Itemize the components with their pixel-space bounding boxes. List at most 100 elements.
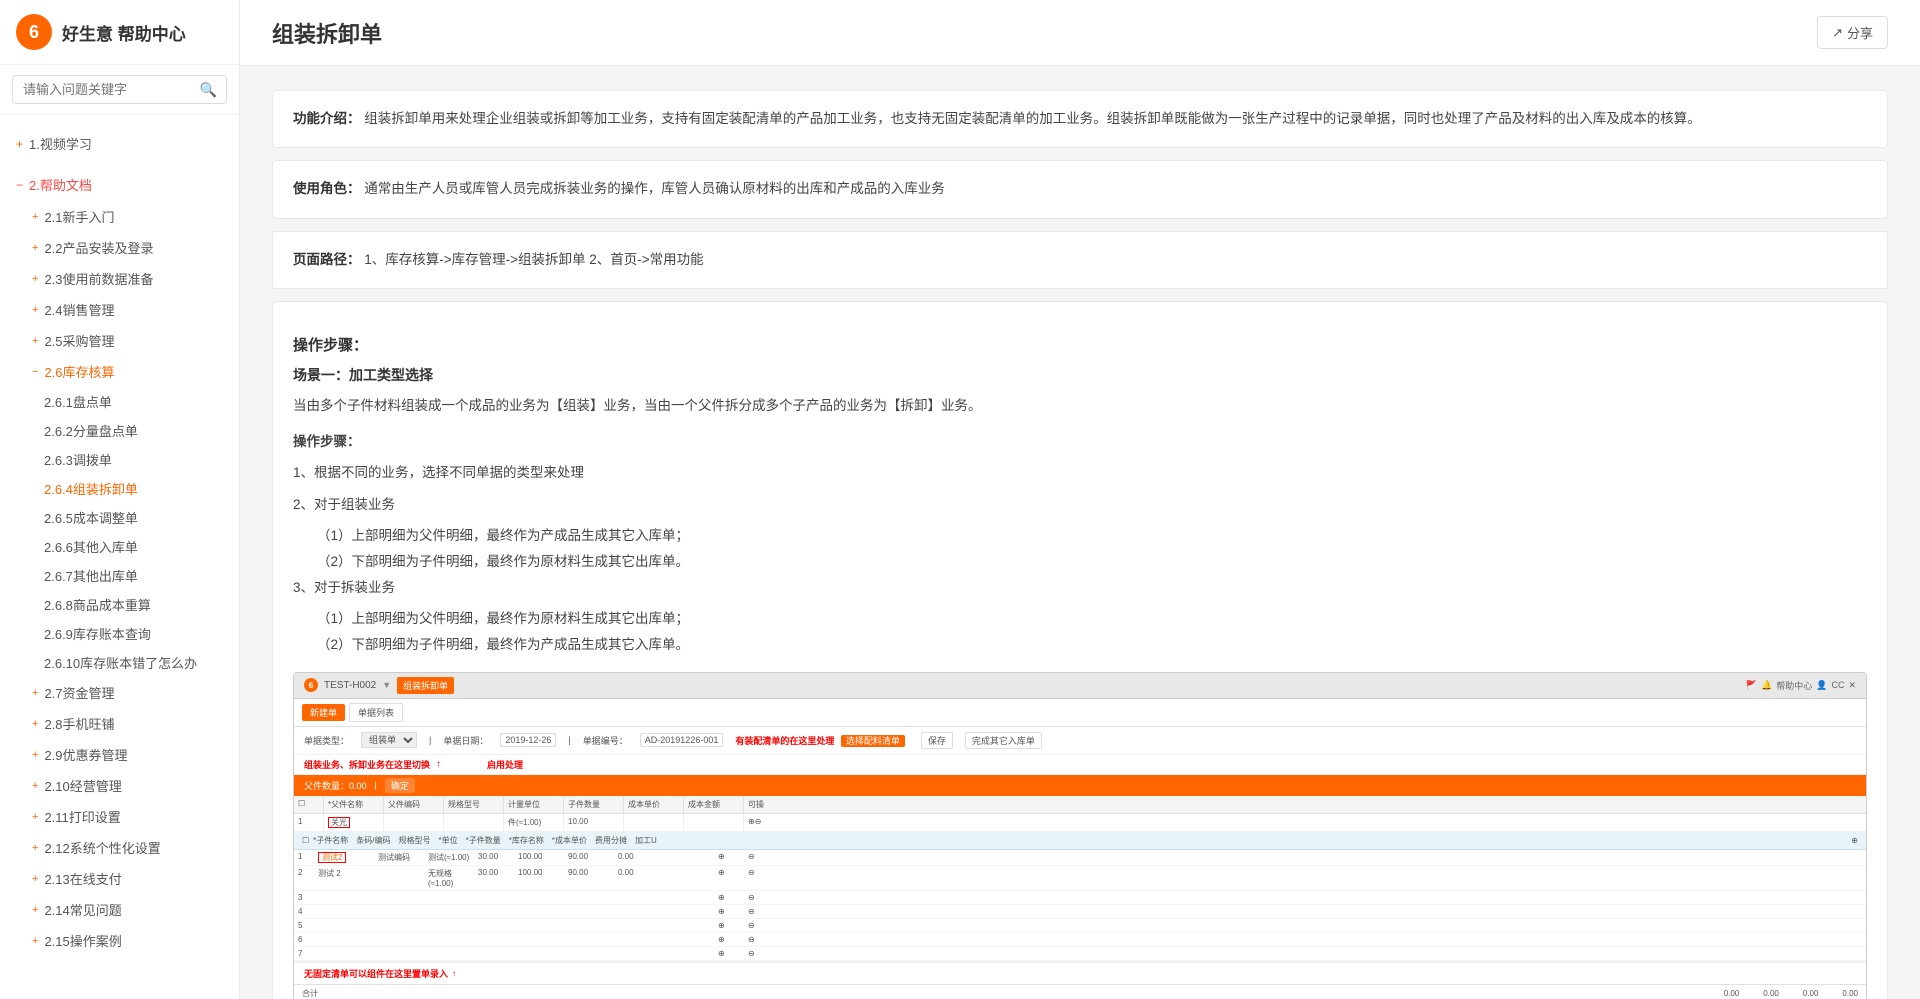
sidebar-item-docs[interactable]: − 2.帮助文档: [0, 168, 239, 201]
footer-total-amt: 0.00: [1803, 989, 1819, 998]
lower-row-5: 5 ⊕ ⊖: [294, 919, 1866, 933]
lr1-name: 测试2: [314, 850, 374, 865]
sidebar-item-stock-ledger[interactable]: 2.6.9库存账本查询: [0, 619, 239, 648]
sidebar-item-operations[interactable]: + 2.10经营管理: [0, 770, 239, 801]
footer-total-qty: 0.00: [1724, 989, 1740, 998]
lr4-no: 4: [294, 905, 314, 918]
lower-header-label2: 条码/编码: [356, 835, 390, 846]
field-date[interactable]: 2019-12-26: [500, 733, 556, 747]
btn-bom[interactable]: 选择配料清单: [841, 735, 905, 747]
sidebar-item-purchase[interactable]: + 2.5采购管理: [0, 325, 239, 356]
plus-icon-2: +: [32, 211, 38, 223]
sidebar-item-stock-error[interactable]: 2.6.10库存账本错了怎么办: [0, 648, 239, 677]
lr1-unit: 30.00: [474, 850, 514, 865]
sidebar-item-stocktake[interactable]: 2.6.1盘点单: [0, 387, 239, 416]
main-header: 组装拆卸单 ↗ 分享: [240, 0, 1920, 66]
search-area: 🔍: [0, 65, 239, 115]
sidebar-item-inventory[interactable]: − 2.6库存核算: [0, 356, 239, 387]
sidebar-item-coupon[interactable]: + 2.9优惠券管理: [0, 739, 239, 770]
lr3-name: [314, 891, 374, 904]
lower-row-6: 6 ⊕ ⊖: [294, 933, 1866, 947]
close-icon[interactable]: ✕: [1848, 680, 1856, 691]
sidebar-item-other-in[interactable]: 2.6.6其他入库单: [0, 532, 239, 561]
sidebar-item-finance[interactable]: + 2.7资金管理: [0, 677, 239, 708]
sidebar-nav: + 1.视频学习 − 2.帮助文档 + 2.1新手入门 + 2.2产品安装及登录: [0, 115, 239, 999]
page-title: 组装拆卸单: [272, 17, 382, 49]
lr1-share: [664, 850, 714, 865]
minus-icon: −: [16, 178, 23, 192]
tab-active[interactable]: 新建单: [302, 704, 345, 721]
lr7-no: 7: [294, 947, 314, 960]
sidebar-item-sales[interactable]: + 2.4销售管理: [0, 294, 239, 325]
sidebar-item-settings[interactable]: + 2.12系统个性化设置: [0, 832, 239, 863]
btn-new-order[interactable]: 组装拆卸单: [397, 677, 454, 694]
plus-icon-10: +: [32, 780, 38, 792]
screenshot-form-row1: 单据类型： 组装单 拆卸单 | 单据日期： 2019-12-26 | 单据编号：…: [294, 727, 1866, 755]
lower-table-rows: 1 测试2 测试编码 测试(≈1.00) 30.00 100.00 90.00 …: [294, 850, 1866, 962]
sidebar-item-faq[interactable]: + 2.14常见问题: [0, 894, 239, 925]
footer-total-tax: 0.00: [1842, 989, 1858, 998]
field-no[interactable]: AD-20191226-001: [640, 733, 724, 747]
sidebar-item-other-out[interactable]: 2.6.7其他出库单: [0, 561, 239, 590]
lr2-qty: 100.00: [514, 866, 564, 890]
lr4-ops2: ⊖: [744, 905, 774, 918]
sidebar-item-cases[interactable]: + 2.15操作案例: [0, 925, 239, 956]
sidebar-item-videos[interactable]: + 1.视频学习: [0, 127, 239, 160]
th-spec: 规格型号: [444, 796, 504, 813]
lr1-wh: 90.00: [564, 850, 614, 865]
role-block: 使用角色： 通常由生产人员或库管人员完成拆装业务的操作，库管人员确认原材料的出库…: [272, 160, 1888, 218]
role-label: 使用角色：: [293, 181, 361, 196]
sidebar-item-print[interactable]: + 2.11打印设置: [0, 801, 239, 832]
lr7-ops1: ⊕: [714, 947, 744, 960]
sidebar-item-assembly[interactable]: 2.6.4组装拆卸单: [0, 474, 239, 503]
sidebar-item-install[interactable]: + 2.2产品安装及登录: [0, 232, 239, 263]
btn-action2[interactable]: 完成其它入库单: [965, 732, 1042, 749]
sidebar-item-payment[interactable]: + 2.13在线支付: [0, 863, 239, 894]
share-button[interactable]: ↗ 分享: [1817, 16, 1888, 49]
td-parent-input[interactable]: 关光: [328, 817, 350, 828]
path-label: 页面路径：: [293, 252, 361, 267]
sidebar-item-data-prep[interactable]: + 2.3使用前数据准备: [0, 263, 239, 294]
btn-action1[interactable]: 保存: [921, 732, 953, 749]
app-logo-small: 6: [304, 678, 318, 692]
step2: 2、对于组装业务: [293, 492, 1867, 518]
bar-submit[interactable]: 确定: [385, 778, 415, 793]
bar-label: 父件数量：0.00: [304, 779, 367, 792]
field-type-select[interactable]: 组装单 拆卸单: [361, 732, 417, 748]
plus-icon-12: +: [32, 842, 38, 854]
sidebar-item-mobile[interactable]: + 2.8手机旺铺: [0, 708, 239, 739]
search-input[interactable]: [12, 75, 227, 104]
lr2-ops1: ⊕: [714, 866, 744, 890]
lr2-unit: 30.00: [474, 866, 514, 890]
lower-header-label9: 加工U: [635, 835, 657, 846]
sidebar-item-new-users[interactable]: + 2.1新手入门: [0, 201, 239, 232]
search-icon[interactable]: 🔍: [200, 81, 217, 98]
step2-2: （2）下部明细为子件明细，最终作为原材料生成其它出库单。: [293, 549, 1867, 575]
td-ops: ⊕⊖: [744, 814, 774, 831]
tab-list[interactable]: 单据列表: [349, 703, 403, 722]
bar-sep: |: [375, 780, 377, 790]
th-parent-code: 父件编码: [384, 796, 444, 813]
steps-section: 操作步骤： 场景一：加工类型选择 当由多个子件材料组装成一个成品的业务为【组装】…: [272, 301, 1888, 999]
sidebar-item-split-stocktake[interactable]: 2.6.2分量盘点单: [0, 416, 239, 445]
annotation4-text: 无固定清单可以组件在这里置单录入: [304, 967, 448, 980]
screenshot-lower-header: ☐ *子件名称 条码/编码 规格型号 *单位 *子件数量 *库存名称 *成本单价…: [294, 832, 1866, 850]
field-sep: |: [429, 735, 431, 745]
screenshot-footer: 合计 0.00 0.00 0.00 0.00: [294, 984, 1866, 999]
main-body: 功能介绍： 组装拆卸单用来处理企业组装或拆卸等加工业务，支持有固定装配清单的产品…: [240, 66, 1920, 999]
screenshot-ann4-row: 无固定清单可以组件在这里置单录入 ↑: [294, 962, 1866, 984]
icon-bell: 🔔: [1761, 680, 1772, 691]
sidebar-item-cost-adjust[interactable]: 2.6.5成本调整单: [0, 503, 239, 532]
lower-header-checkbox: ☐: [302, 836, 309, 845]
sidebar-item-transfer[interactable]: 2.6.3调拨单: [0, 445, 239, 474]
app-name: 好生意 帮助中心: [62, 20, 186, 45]
lr5-ops2: ⊖: [744, 919, 774, 932]
lr1-name-input[interactable]: 测试2: [318, 852, 346, 863]
annotation3-text: 启用处理: [487, 758, 523, 771]
lr2-ops2: ⊖: [744, 866, 774, 890]
td-spec: [444, 814, 504, 831]
th-parent-name: *父件名称: [324, 796, 384, 813]
plus-icon-9: +: [32, 749, 38, 761]
sidebar-item-cost-recalc[interactable]: 2.6.8商品成本重算: [0, 590, 239, 619]
lr6-no: 6: [294, 933, 314, 946]
